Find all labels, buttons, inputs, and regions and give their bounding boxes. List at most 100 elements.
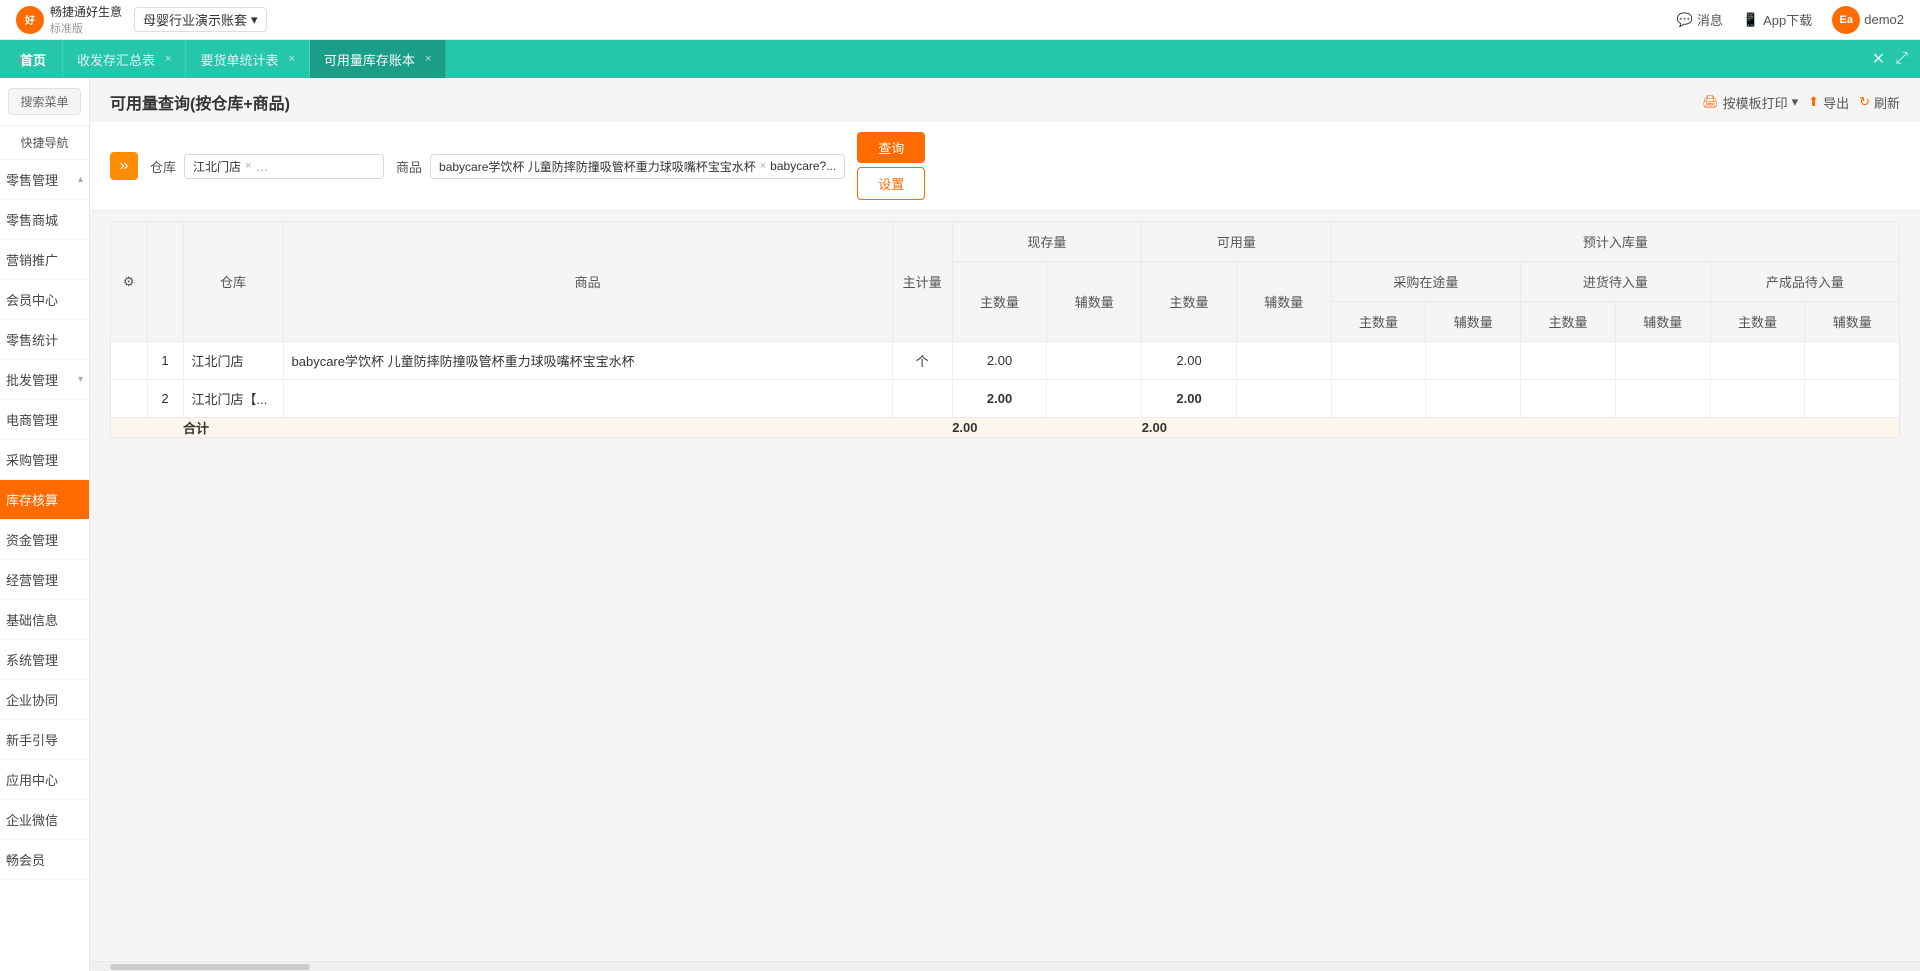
warehouse-ellipsis[interactable]: …: [255, 159, 268, 174]
cell-existing-aux-1: [1047, 342, 1142, 380]
maximize-icon[interactable]: ⤢: [1895, 50, 1908, 68]
sidebar-item-newguide[interactable]: 新手引导: [0, 720, 89, 760]
tab-receive[interactable]: 收发存汇总表 ×: [63, 40, 186, 78]
settings-btn[interactable]: 设置: [857, 167, 925, 200]
filter-toggle-btn[interactable]: »: [110, 152, 138, 180]
tab-available[interactable]: 可用量库存账本 ×: [310, 40, 446, 78]
sidebar-item-retail-mgmt[interactable]: 零售管理 ▴: [0, 160, 89, 200]
sidebar-item-retail-stats[interactable]: 零售统计: [0, 320, 89, 360]
goods-filter-input[interactable]: babycare学饮杯 儿童防摔防撞吸管杯重力球吸嘴杯宝宝水杯 × babyca…: [430, 154, 845, 179]
summary-available-main: 2.00: [1142, 418, 1237, 438]
summary-row: 合计 2.00 2.00: [111, 418, 1899, 438]
sidebar-item-purchase-label: 采购管理: [6, 450, 58, 469]
cell-incoming-aux-1: [1615, 342, 1710, 380]
query-btn[interactable]: 查询: [857, 132, 925, 163]
cell-warehouse-2: 江北门店【...: [183, 380, 283, 418]
warehouse-tag-1-text: 江北门店: [193, 158, 241, 175]
sidebar-item-appcenter[interactable]: 应用中心: [0, 760, 89, 800]
goods-tag-2-text: babycare?...: [770, 159, 836, 173]
export-btn[interactable]: ⬆ 导出: [1808, 93, 1849, 112]
tab-order-close[interactable]: ×: [288, 53, 294, 65]
table-area: ⚙ 仓库 商品 主计量 现存量 可用量 预计入库量 主数量 辅数量: [90, 211, 1920, 961]
sidebar-item-inventory[interactable]: 库存核算: [0, 480, 89, 520]
sidebar-item-ecommerce[interactable]: 电商管理: [0, 400, 89, 440]
sidebar-item-enterprise[interactable]: 企业协同: [0, 680, 89, 720]
quick-nav-btn[interactable]: 快捷导航: [0, 126, 89, 160]
sidebar-item-system[interactable]: 系统管理: [0, 640, 89, 680]
sidebar-item-purchase[interactable]: 采购管理: [0, 440, 89, 480]
cell-settings-2[interactable]: [111, 380, 147, 418]
page-actions: 🖨 按模板打印 ▾ ⬆ 导出 ↻ 刷新: [1702, 93, 1900, 112]
industry-selector[interactable]: 母婴行业演示账套 ▾: [134, 7, 267, 32]
tab-home-label: 首页: [20, 50, 46, 69]
th-available-aux: 辅数量: [1236, 262, 1331, 342]
tab-home[interactable]: 首页: [4, 40, 63, 78]
cell-unit-1: 个: [892, 342, 952, 380]
filter-bar: » 仓库 江北门店 × … 商品 babycare学饮杯 儿童防摔防撞吸管杯重力…: [90, 122, 1920, 211]
message-btn[interactable]: 💬 消息: [1677, 10, 1723, 29]
cell-incoming-main-1: [1521, 342, 1616, 380]
close-window-icon[interactable]: ✕: [1872, 49, 1885, 69]
app-download-btn[interactable]: 📱 App下载: [1743, 10, 1812, 29]
print-label: 按模板打印: [1723, 93, 1788, 112]
filter-warehouse-group: 仓库 江北门店 × …: [150, 154, 384, 179]
summary-empty-2: [147, 418, 183, 438]
warehouse-filter-input[interactable]: 江北门店 × …: [184, 154, 384, 179]
page-title: 可用量查询(按仓库+商品): [110, 90, 290, 114]
main-layout: 搜索菜单 快捷导航 零售管理 ▴ 零售商城 营销推广 会员中心 零售统计 批发管…: [0, 78, 1920, 971]
warehouse-tag-1-close[interactable]: ×: [245, 160, 251, 172]
th-incoming-group: 进货待入量: [1521, 262, 1711, 302]
template-label: 标准版: [50, 20, 122, 36]
summary-goods: [283, 418, 892, 438]
goods-tag-1: babycare学饮杯 儿童防摔防撞吸管杯重力球吸嘴杯宝宝水杯 ×: [439, 158, 766, 175]
sidebar-item-marketing[interactable]: 营销推广: [0, 240, 89, 280]
th-available-main: 主数量: [1142, 262, 1237, 342]
summary-available-aux: [1236, 418, 1331, 438]
sidebar-item-vip-label: 畅会员: [6, 850, 45, 869]
sidebar-item-basic-info[interactable]: 基础信息: [0, 600, 89, 640]
sidebar-item-retail-mall[interactable]: 零售商城: [0, 200, 89, 240]
sidebar: 搜索菜单 快捷导航 零售管理 ▴ 零售商城 营销推广 会员中心 零售统计 批发管…: [0, 78, 90, 971]
tab-order[interactable]: 要货单统计表 ×: [186, 40, 309, 78]
top-bar-right: 💬 消息 📱 App下载 Ea demo2: [1677, 6, 1904, 34]
print-btn[interactable]: 🖨 按模板打印 ▾: [1702, 93, 1798, 112]
sidebar-item-operations[interactable]: 经营管理: [0, 560, 89, 600]
cell-settings[interactable]: [111, 342, 147, 380]
sidebar-item-newguide-label: 新手引导: [6, 730, 58, 749]
user-info[interactable]: Ea demo2: [1832, 6, 1904, 34]
sidebar-item-retail-mall-label: 零售商城: [6, 210, 58, 229]
sidebar-item-finance[interactable]: 资金管理: [0, 520, 89, 560]
cell-existing-aux-2: [1047, 380, 1142, 418]
sidebar-item-member[interactable]: 会员中心: [0, 280, 89, 320]
scroll-thumb[interactable]: [110, 964, 310, 970]
industry-selector-text: 母婴行业演示账套: [143, 10, 247, 29]
th-warehouse: 仓库: [183, 222, 283, 342]
cell-goods-1: babycare学饮杯 儿童防摔防撞吸管杯重力球吸嘴杯宝宝水杯: [283, 342, 892, 380]
logo-text: 畅捷通好生意: [50, 3, 122, 20]
refresh-btn[interactable]: ↻ 刷新: [1859, 93, 1900, 112]
export-icon: ⬆: [1808, 94, 1819, 110]
search-menu-btn[interactable]: 搜索菜单: [8, 88, 81, 115]
sidebar-item-vip[interactable]: 畅会员: [0, 840, 89, 880]
logo-icon: 好: [16, 6, 44, 34]
sidebar-item-wholesale[interactable]: 批发管理 ▾: [0, 360, 89, 400]
th-settings[interactable]: ⚙: [111, 222, 147, 342]
th-existing-main: 主数量: [952, 262, 1047, 342]
sidebar-item-wechat[interactable]: 企业微信: [0, 800, 89, 840]
th-purchase-main: 主数量: [1331, 302, 1426, 342]
app-download-label: App下载: [1763, 10, 1812, 29]
cell-available-main-2: 2.00: [1142, 380, 1237, 418]
refresh-label: 刷新: [1874, 93, 1900, 112]
table-scroll-bar: [90, 961, 1920, 971]
cell-product-aux-2: [1805, 380, 1899, 418]
cell-purchase-main-1: [1331, 342, 1426, 380]
tab-receive-close[interactable]: ×: [165, 53, 171, 65]
cell-warehouse-1: 江北门店: [183, 342, 283, 380]
th-forecast-group: 预计入库量: [1331, 222, 1899, 262]
summary-unit: [892, 418, 952, 438]
avatar: Ea: [1832, 6, 1860, 34]
cell-product-main-2: [1710, 380, 1805, 418]
goods-tag-1-close[interactable]: ×: [760, 160, 766, 172]
tab-available-close[interactable]: ×: [425, 53, 431, 65]
th-incoming-aux: 辅数量: [1615, 302, 1710, 342]
